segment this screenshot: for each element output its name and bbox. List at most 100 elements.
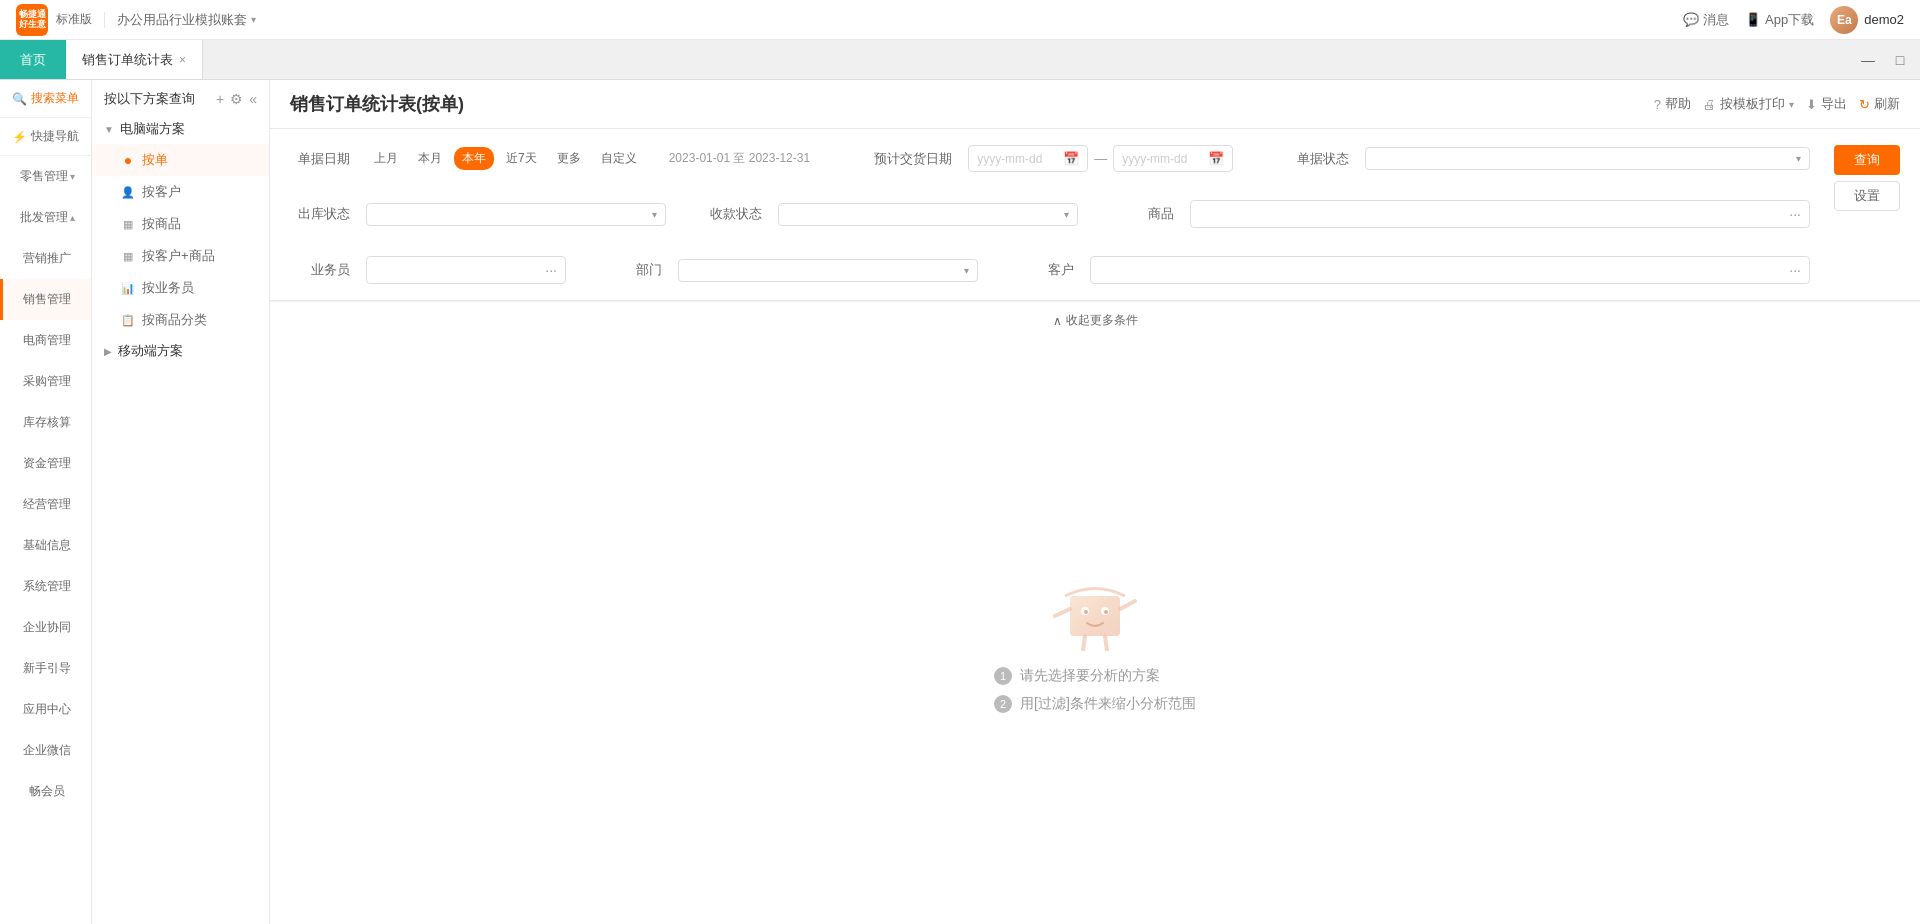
brand-name: 标准版 [56,11,92,28]
svg-point-3 [1084,610,1088,614]
out-status-select[interactable]: ▾ [366,203,666,226]
tab-minimize-btn[interactable]: — [1856,48,1880,72]
tree-item-by-product[interactable]: ▦ 按商品 [92,208,269,240]
date-btn-more[interactable]: 更多 [549,147,589,170]
tab-bar: 首页 销售订单统计表 × — □ [0,40,1920,80]
app-download-label: App下载 [1765,11,1814,29]
top-bar: 畅捷通好生意 标准版 办公用品行业模拟账套 ▾ 💬 消息 📱 App下载 Ea … [0,0,1920,40]
date-btn-this-year[interactable]: 本年 [454,147,494,170]
department-select[interactable]: ▾ [678,259,978,282]
tree-group-desktop-label: 电脑端方案 [120,120,185,138]
date-btn-custom[interactable]: 自定义 [593,147,645,170]
sidebar-item-appstore[interactable]: 应用中心 [0,689,91,730]
filter-row-3: 业务员 ··· 部门 ▾ 客户 [290,256,1810,284]
sidebar-item-member[interactable]: 畅会员 [0,771,91,812]
sidebar-item-cooperation[interactable]: 企业协同 [0,607,91,648]
print-label: 按模板打印 [1720,95,1785,113]
export-label: 导出 [1821,95,1847,113]
goods-input[interactable]: ··· [1190,200,1810,228]
out-status-label: 出库状态 [290,205,350,223]
workspace-selector[interactable]: 办公用品行业模拟账套 ▾ [117,11,256,29]
sidebar-item-marketing[interactable]: 营销推广 [0,238,91,279]
left-panel: 按以下方案查询 + ⚙ « ▼ 电脑端方案 ● 按单 👤 按客户 ▦ [92,80,270,924]
tab-maximize-btn[interactable]: □ [1888,48,1912,72]
tab-home[interactable]: 首页 [0,40,66,79]
tree-group-mobile-label: 移动端方案 [118,342,183,360]
tree-item-by-salesperson[interactable]: 📊 按业务员 [92,272,269,304]
sidebar-item-wholesale[interactable]: 批发管理 ▴ [0,197,91,238]
tab-bar-actions: — □ [1856,48,1920,72]
tree-item-by-customer-product[interactable]: ▦ 按客户+商品 [92,240,269,272]
date-btn-this-month[interactable]: 本月 [410,147,450,170]
status-select[interactable]: ▾ [1365,147,1810,170]
sidebar-item-finance[interactable]: 资金管理 [0,443,91,484]
filter-row-2: 出库状态 ▾ 收款状态 ▾ 商品 [290,200,1810,228]
settings-scheme-btn[interactable]: ⚙ [230,91,243,107]
customer-more-btn[interactable]: ··· [1789,262,1801,278]
date-btn-7days[interactable]: 近7天 [498,147,545,170]
print-action[interactable]: 🖨 按模板打印 ▾ [1703,95,1794,113]
app-download-action[interactable]: 📱 App下载 [1745,11,1814,29]
salesperson-input[interactable]: ··· [366,256,566,284]
tree-item-by-category[interactable]: 📋 按商品分类 [92,304,269,336]
by-salesperson-icon: 📊 [120,280,136,296]
export-action[interactable]: ⬇ 导出 [1806,95,1847,113]
date-start-input[interactable]: yyyy-mm-dd 📅 [968,145,1088,172]
print-icon: 🖨 [1703,97,1716,112]
empty-hint-1: 1 请先选择要分析的方案 [994,667,1196,685]
date-end-input[interactable]: yyyy-mm-dd 📅 [1113,145,1233,172]
date-btn-last-month[interactable]: 上月 [366,147,406,170]
tree-item-by-customer[interactable]: 👤 按客户 [92,176,269,208]
sidebar-item-sales[interactable]: 销售管理 [0,279,91,320]
top-bar-left: 畅捷通好生意 标准版 办公用品行业模拟账套 ▾ [16,4,256,36]
workspace-name: 办公用品行业模拟账套 [117,11,247,29]
goods-more-btn[interactable]: ··· [1789,206,1801,222]
by-category-label: 按商品分类 [142,311,207,329]
left-panel-actions: + ⚙ « [216,91,257,107]
collapse-up-icon: ∧ [1053,314,1062,328]
sidebar-search[interactable]: 🔍 搜索菜单 [0,80,91,118]
sidebar-item-system[interactable]: 系统管理 [0,566,91,607]
tree-group-desktop-header[interactable]: ▼ 电脑端方案 [92,114,269,144]
tree-item-by-order[interactable]: ● 按单 [92,144,269,176]
collapse-panel-btn[interactable]: « [249,91,257,107]
tree-expand-arrow: ▼ [104,124,114,135]
by-customer-product-icon: ▦ [120,248,136,264]
settings-btn[interactable]: 设置 [1834,181,1900,211]
sidebar-quick-nav[interactable]: ⚡ 快捷导航 [0,118,91,156]
export-icon: ⬇ [1806,97,1817,112]
tree-mobile-arrow: ▶ [104,346,112,357]
customer-input[interactable]: ··· [1090,256,1810,284]
by-salesperson-label: 按业务员 [142,279,194,297]
refresh-action[interactable]: ↻ 刷新 [1859,95,1900,113]
collapse-conditions-btn[interactable]: ∧ 收起更多条件 [1053,312,1138,329]
status-label: 单据状态 [1289,150,1349,168]
help-action[interactable]: ? 帮助 [1654,95,1691,113]
sidebar-item-operations[interactable]: 经营管理 [0,484,91,525]
query-buttons: 查询 设置 [1822,145,1900,211]
sidebar-item-wechat[interactable]: 企业微信 [0,730,91,771]
brand-logo: 畅捷通好生意 [16,4,48,36]
tab-close-icon[interactable]: × [179,53,186,67]
add-scheme-btn[interactable]: + [216,91,224,107]
avatar: Ea [1830,6,1858,34]
sidebar-item-ecommerce[interactable]: 电商管理 [0,320,91,361]
sidebar-item-basic[interactable]: 基础信息 [0,525,91,566]
salesperson-more-btn[interactable]: ··· [545,262,557,278]
message-action[interactable]: 💬 消息 [1683,11,1729,29]
svg-line-5 [1055,609,1070,616]
sidebar-item-retail[interactable]: 零售管理 ▾ [0,156,91,197]
tab-sales-order[interactable]: 销售订单统计表 × [66,40,203,79]
svg-rect-0 [1070,596,1120,636]
query-btn[interactable]: 查询 [1834,145,1900,175]
by-order-icon: ● [120,152,136,168]
user-area[interactable]: Ea demo2 [1830,6,1904,34]
content-area: 销售订单统计表(按单) ? 帮助 🖨 按模板打印 ▾ ⬇ 导出 ↻ 刷新 [270,80,1920,924]
date-start-placeholder: yyyy-mm-dd [977,152,1042,166]
collect-status-select[interactable]: ▾ [778,203,1078,226]
page-header: 销售订单统计表(按单) ? 帮助 🖨 按模板打印 ▾ ⬇ 导出 ↻ 刷新 [270,80,1920,129]
tree-group-mobile-header[interactable]: ▶ 移动端方案 [92,336,269,366]
sidebar-item-purchase[interactable]: 采购管理 [0,361,91,402]
sidebar-item-newbie[interactable]: 新手引导 [0,648,91,689]
sidebar-item-inventory[interactable]: 库存核算 [0,402,91,443]
